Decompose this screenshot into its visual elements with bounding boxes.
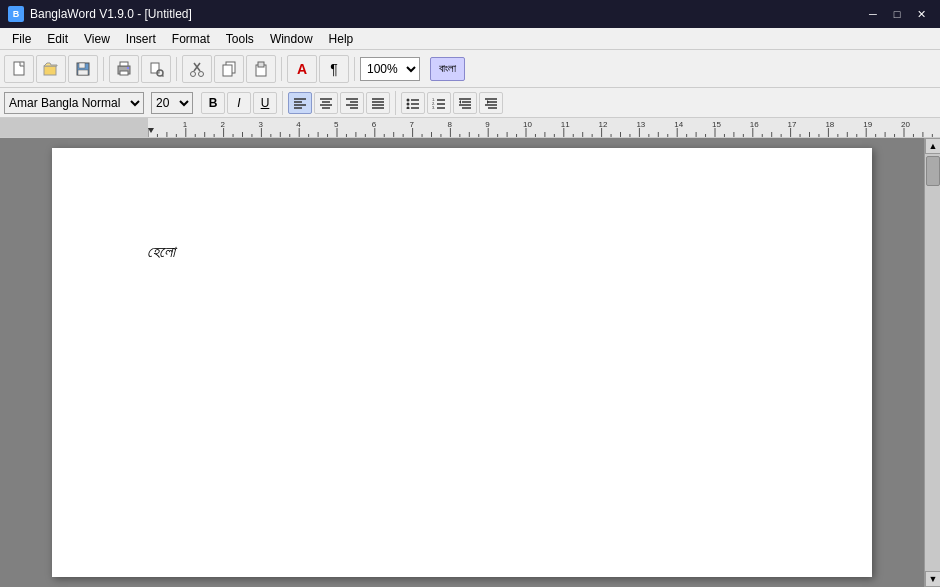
format-toolbar: Amar Bangla Normal Arial Times New Roman… <box>0 88 940 118</box>
align-right-button[interactable] <box>340 92 364 114</box>
align-left-button[interactable] <box>288 92 312 114</box>
menu-item-file[interactable]: File <box>4 28 39 49</box>
menu-item-format[interactable]: Format <box>164 28 218 49</box>
sep6 <box>395 91 396 115</box>
font-color-icon: A <box>297 61 307 77</box>
align-center-button[interactable] <box>314 92 338 114</box>
svg-point-15 <box>199 71 204 76</box>
menu-item-insert[interactable]: Insert <box>118 28 164 49</box>
svg-rect-7 <box>120 71 128 75</box>
title-bar: B BanglaWord V1.9.0 - [Untitled] ─ □ ✕ <box>0 0 940 28</box>
document-page[interactable]: হেলো <box>52 148 872 577</box>
svg-rect-3 <box>79 63 85 68</box>
close-button[interactable]: ✕ <box>910 5 932 23</box>
svg-rect-0 <box>14 62 24 75</box>
document-area[interactable]: হেলো ▲ ▼ <box>0 138 940 587</box>
svg-point-14 <box>191 71 196 76</box>
font-family-select[interactable]: Amar Bangla Normal Arial Times New Roman <box>4 92 144 114</box>
font-size-select[interactable]: 20 8101214 16182428 <box>151 92 193 114</box>
window-title: BanglaWord V1.9.0 - [Untitled] <box>30 7 192 21</box>
main-toolbar: A ¶ 100% 50% 75% 125% 150% 200% বাংলা <box>0 50 940 88</box>
sep4 <box>354 57 355 81</box>
scroll-thumb[interactable] <box>926 156 940 186</box>
new-button[interactable] <box>4 55 34 83</box>
align-justify-button[interactable] <box>366 92 390 114</box>
scroll-down-button[interactable]: ▼ <box>925 571 940 587</box>
underline-button[interactable]: U <box>253 92 277 114</box>
svg-rect-6 <box>120 62 128 66</box>
scroll-up-button[interactable]: ▲ <box>925 138 940 154</box>
menu-item-edit[interactable]: Edit <box>39 28 76 49</box>
print-preview-button[interactable] <box>141 55 171 83</box>
cut-button[interactable] <box>182 55 212 83</box>
paragraph-button[interactable]: ¶ <box>319 55 349 83</box>
svg-rect-1 <box>44 66 56 75</box>
menu-item-window[interactable]: Window <box>262 28 321 49</box>
menu-item-tools[interactable]: Tools <box>218 28 262 49</box>
zoom-select[interactable]: 100% 50% 75% 125% 150% 200% <box>360 57 420 81</box>
indent-increase-button[interactable] <box>479 92 503 114</box>
minimize-button[interactable]: ─ <box>862 5 884 23</box>
indent-decrease-button[interactable] <box>453 92 477 114</box>
svg-rect-8 <box>127 67 129 69</box>
svg-text:3.: 3. <box>432 105 435 109</box>
svg-point-38 <box>407 102 410 105</box>
sep2 <box>176 57 177 81</box>
ruler <box>0 118 940 138</box>
svg-rect-4 <box>78 70 88 75</box>
page-content[interactable]: হেলো <box>147 243 175 261</box>
italic-button[interactable]: I <box>227 92 251 114</box>
vertical-scrollbar[interactable]: ▲ ▼ <box>924 138 940 587</box>
maximize-button[interactable]: □ <box>886 5 908 23</box>
paragraph-icon: ¶ <box>330 61 338 77</box>
bold-button[interactable]: B <box>201 92 225 114</box>
svg-rect-17 <box>223 65 232 76</box>
sep5 <box>282 91 283 115</box>
unordered-list-button[interactable] <box>401 92 425 114</box>
app-icon: B <box>8 6 24 22</box>
svg-point-36 <box>407 98 410 101</box>
svg-rect-19 <box>258 62 264 67</box>
font-color-button[interactable]: A <box>287 55 317 83</box>
print-button[interactable] <box>109 55 139 83</box>
svg-point-40 <box>407 106 410 109</box>
sep3 <box>281 57 282 81</box>
sep1 <box>103 57 104 81</box>
ordered-list-button[interactable]: 1.2.3. <box>427 92 451 114</box>
bangla-toggle-button[interactable]: বাংলা <box>430 57 465 81</box>
save-button[interactable] <box>68 55 98 83</box>
menu-item-view[interactable]: View <box>76 28 118 49</box>
copy-button[interactable] <box>214 55 244 83</box>
window-controls: ─ □ ✕ <box>862 5 932 23</box>
menu-item-help[interactable]: Help <box>321 28 362 49</box>
svg-line-11 <box>162 75 163 76</box>
menu-bar: FileEditViewInsertFormatToolsWindowHelp <box>0 28 940 50</box>
paste-button[interactable] <box>246 55 276 83</box>
open-button[interactable] <box>36 55 66 83</box>
